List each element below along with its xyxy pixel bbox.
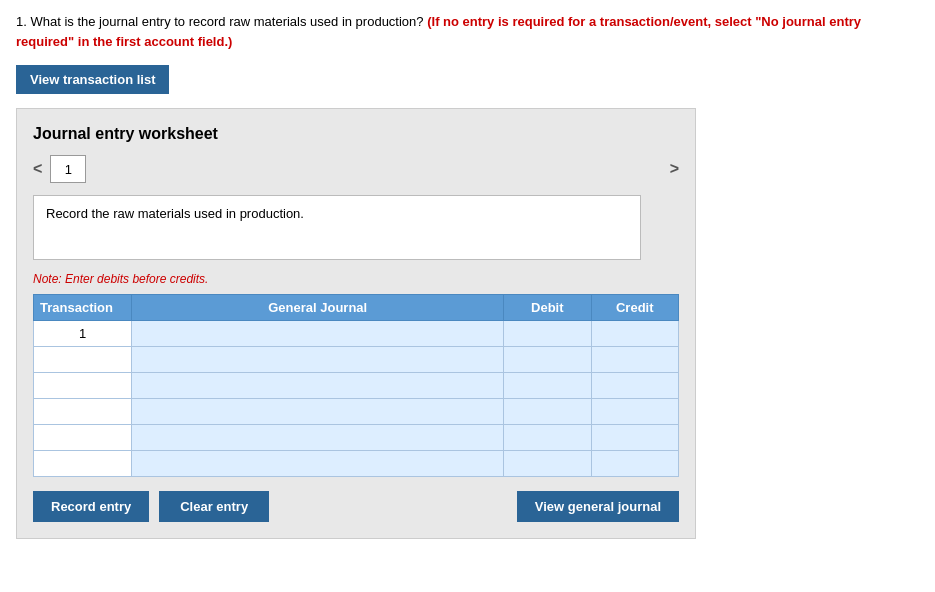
debit-cell[interactable] — [504, 425, 591, 451]
table-row — [34, 425, 679, 451]
credit-cell[interactable] — [591, 347, 678, 373]
header-transaction: Transaction — [34, 295, 132, 321]
action-row: Record entry Clear entry View general jo… — [33, 491, 679, 522]
next-arrow[interactable]: > — [670, 160, 679, 178]
header-debit: Debit — [504, 295, 591, 321]
credit-cell[interactable] — [591, 399, 678, 425]
general-journal-cell[interactable] — [132, 451, 504, 477]
general-journal-cell[interactable] — [132, 425, 504, 451]
page-number-box: 1 — [50, 155, 86, 183]
general-journal-cell[interactable] — [132, 399, 504, 425]
transaction-description: Record the raw materials used in product… — [33, 195, 641, 260]
table-row — [34, 347, 679, 373]
credit-cell[interactable] — [591, 321, 678, 347]
prev-arrow[interactable]: < — [33, 160, 42, 178]
table-row — [34, 399, 679, 425]
worksheet-nav: < 1 > — [33, 155, 679, 183]
table-row — [34, 451, 679, 477]
nav-left: < 1 — [33, 155, 86, 183]
debit-credit-note: Note: Enter debits before credits. — [33, 272, 679, 286]
clear-entry-button[interactable]: Clear entry — [159, 491, 269, 522]
transaction-cell — [34, 399, 132, 425]
general-journal-cell[interactable] — [132, 321, 504, 347]
journal-entry-worksheet: Journal entry worksheet < 1 > Record the… — [16, 108, 696, 539]
transaction-cell — [34, 425, 132, 451]
table-row — [34, 373, 679, 399]
credit-cell[interactable] — [591, 373, 678, 399]
debit-cell[interactable] — [504, 451, 591, 477]
credit-cell[interactable] — [591, 451, 678, 477]
debit-cell[interactable] — [504, 399, 591, 425]
question-text: 1. What is the journal entry to record r… — [16, 12, 919, 51]
header-general-journal: General Journal — [132, 295, 504, 321]
header-credit: Credit — [591, 295, 678, 321]
transaction-cell: 1 — [34, 321, 132, 347]
view-general-journal-button[interactable]: View general journal — [517, 491, 679, 522]
debit-cell[interactable] — [504, 321, 591, 347]
record-entry-button[interactable]: Record entry — [33, 491, 149, 522]
journal-table: Transaction General Journal Debit Credit… — [33, 294, 679, 477]
general-journal-cell[interactable] — [132, 373, 504, 399]
table-row: 1 — [34, 321, 679, 347]
page-number: 1 — [65, 162, 72, 177]
debit-cell[interactable] — [504, 373, 591, 399]
view-transaction-button[interactable]: View transaction list — [16, 65, 169, 94]
action-left: Record entry Clear entry — [33, 491, 269, 522]
transaction-cell — [34, 451, 132, 477]
credit-cell[interactable] — [591, 425, 678, 451]
debit-cell[interactable] — [504, 347, 591, 373]
question-number: 1. — [16, 14, 27, 29]
transaction-cell — [34, 347, 132, 373]
description-text: Record the raw materials used in product… — [46, 206, 304, 221]
general-journal-cell[interactable] — [132, 347, 504, 373]
question-main: What is the journal entry to record raw … — [30, 14, 423, 29]
transaction-cell — [34, 373, 132, 399]
worksheet-title: Journal entry worksheet — [33, 125, 679, 143]
question-section: 1. What is the journal entry to record r… — [16, 12, 919, 51]
table-header-row: Transaction General Journal Debit Credit — [34, 295, 679, 321]
